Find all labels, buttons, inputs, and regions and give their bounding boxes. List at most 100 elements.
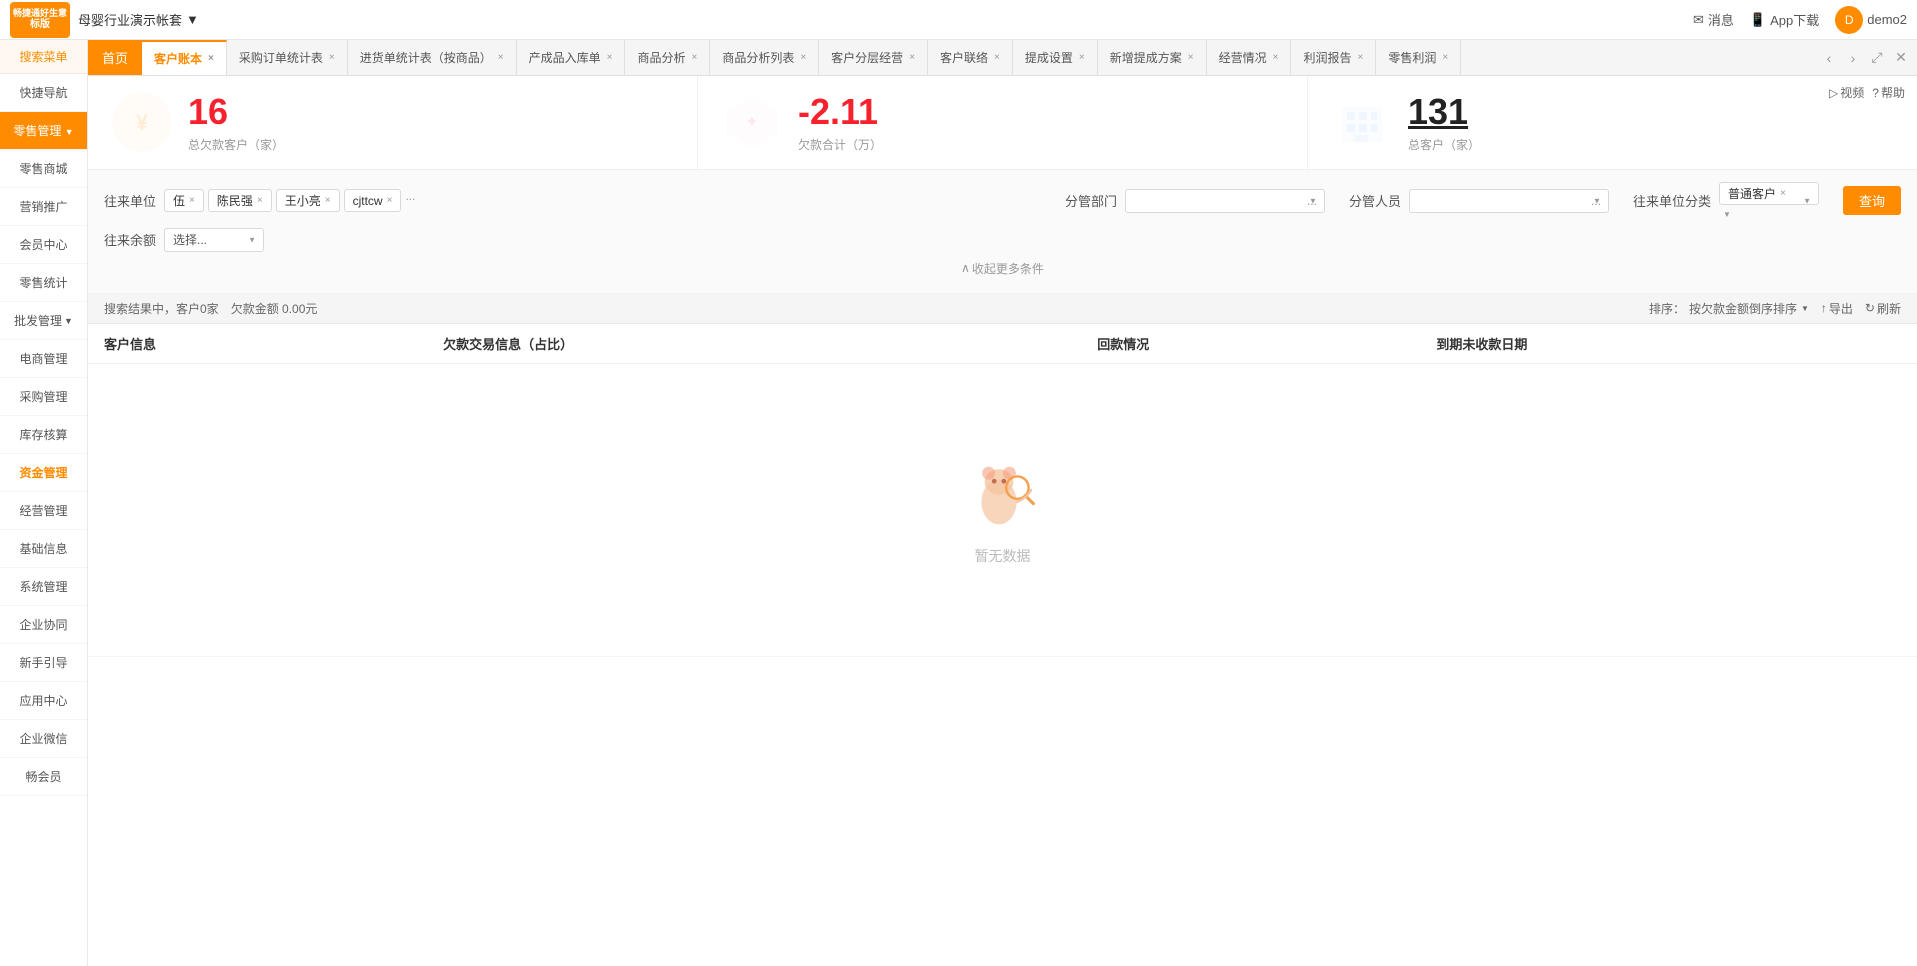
export-btn[interactable]: ↑ 导出	[1821, 300, 1853, 317]
sidebar-item-wholesale[interactable]: 批发管理 ▼	[0, 302, 87, 340]
user-menu[interactable]: D demo2	[1835, 6, 1907, 34]
tab-close-7[interactable]: ×	[994, 52, 1000, 63]
remove-wang-tag[interactable]: ×	[325, 195, 331, 206]
tab-close-8[interactable]: ×	[1079, 52, 1085, 63]
sidebar-search[interactable]: 搜索菜单	[0, 40, 87, 74]
remove-cj-tag[interactable]: ×	[387, 195, 393, 206]
person-input[interactable]	[1409, 189, 1609, 213]
tab-profit-report[interactable]: 利润报告 ×	[1291, 40, 1376, 76]
sidebar-item-enterprise-collab[interactable]: 企业协同	[0, 606, 87, 644]
tab-finished-goods[interactable]: 产成品入库单 ×	[517, 40, 626, 76]
table-header-row: 客户信息 欠款交易信息（占比） 回款情况 到期未收款日期	[88, 324, 1917, 364]
tab-retail-profit[interactable]: 零售利润 ×	[1376, 40, 1461, 76]
tab-expand[interactable]: ⤢	[1867, 48, 1887, 68]
stat-card-total-customers: 131 总客户（家） ▷ 视频 ? 帮助	[1308, 76, 1917, 169]
tab-home[interactable]: 首页	[88, 40, 142, 76]
table-header: 客户信息 欠款交易信息（占比） 回款情况 到期未收款日期	[88, 324, 1917, 364]
top-bar-right: ✉ 消息 📱 App下载 D demo2	[1693, 6, 1907, 34]
tab-close-6[interactable]: ×	[909, 52, 915, 63]
tab-purchase-order-stats[interactable]: 采购订单统计表 ×	[227, 40, 348, 76]
top-bar-left: 畅捷通好生意 标版 母婴行业演示帐套 ▼	[10, 2, 199, 38]
remove-chen-tag[interactable]: ×	[257, 195, 263, 206]
tab-product-analysis[interactable]: 商品分析 ×	[625, 40, 710, 76]
query-button[interactable]: 查询	[1843, 186, 1901, 215]
tab-product-analysis-list[interactable]: 商品分析列表 ×	[710, 40, 819, 76]
category-tag: 普通客户 ×	[1719, 182, 1819, 205]
results-bar-right: 排序： 按欠款金额倒序排序 ▼ ↑ 导出 ↻ 刷新	[1649, 300, 1901, 317]
tab-close-0[interactable]: ×	[208, 53, 214, 64]
sort-value: 按欠款金额倒序排序	[1689, 300, 1797, 317]
tab-purchase-stats-product[interactable]: 进货单统计表（按商品） ×	[348, 40, 517, 76]
sidebar-item-inventory[interactable]: 库存核算	[0, 416, 87, 454]
company-more-btn[interactable]: ...	[405, 189, 415, 212]
sidebar-item-purchase[interactable]: 采购管理	[0, 378, 87, 416]
tab-scroll-left[interactable]: ‹	[1819, 48, 1839, 68]
stat-info-debtors: 16 总欠款客户（家）	[188, 92, 673, 153]
sidebar-item-basic-info[interactable]: 基础信息	[0, 530, 87, 568]
stat-value-customers: 131	[1408, 92, 1893, 132]
tab-customer-tier[interactable]: 客户分层经营 ×	[819, 40, 928, 76]
sidebar-item-marketing[interactable]: 营销推广	[0, 188, 87, 226]
dept-input[interactable]	[1125, 189, 1325, 213]
sidebar-item-operations[interactable]: 经营管理	[0, 492, 87, 530]
category-arrow: ▼	[1723, 210, 1731, 219]
sidebar: 搜索菜单 快捷导航 零售管理 ▼ 零售商城 营销推广 会员中心 零售统计 批发管…	[0, 40, 88, 966]
remove-category-tag[interactable]: ×	[1780, 188, 1786, 199]
sidebar-item-newbie-guide[interactable]: 新手引导	[0, 644, 87, 682]
tab-close-1[interactable]: ×	[329, 52, 335, 63]
stat-card-actions: ▷ 视频 ? 帮助	[1829, 84, 1905, 101]
person-more-btn[interactable]: ...	[1591, 194, 1601, 208]
sidebar-item-retail-mall[interactable]: 零售商城	[0, 150, 87, 188]
tab-business-situation[interactable]: 经营情况 ×	[1207, 40, 1292, 76]
tab-close-all[interactable]: ✕	[1891, 48, 1911, 68]
help-btn[interactable]: ? 帮助	[1872, 84, 1905, 101]
category-select-wrap: 普通客户 × ▼	[1719, 182, 1819, 220]
tab-close-2[interactable]: ×	[498, 52, 504, 63]
message-btn[interactable]: ✉ 消息	[1693, 10, 1734, 29]
tab-close-9[interactable]: ×	[1188, 52, 1194, 63]
sidebar-item-retail-management[interactable]: 零售管理 ▼	[0, 112, 87, 150]
sidebar-item-system[interactable]: 系统管理	[0, 568, 87, 606]
sidebar-item-retail-stats[interactable]: 零售统计	[0, 264, 87, 302]
building-icon	[1332, 92, 1392, 152]
balance-select[interactable]: 选择...	[164, 228, 264, 252]
sidebar-item-finance[interactable]: 资金管理	[0, 454, 87, 492]
remove-wu-tag[interactable]: ×	[189, 195, 195, 206]
app-download-btn[interactable]: 📱 App下载	[1750, 10, 1819, 29]
table-body: 暂无数据	[88, 363, 1917, 656]
sidebar-item-ecommerce[interactable]: 电商管理	[0, 340, 87, 378]
search-result-text: 搜索结果中，客户0家	[104, 300, 219, 317]
stat-value-debt: -2.11	[798, 92, 1283, 132]
tab-close-10[interactable]: ×	[1273, 52, 1279, 63]
empty-state-row: 暂无数据	[88, 363, 1917, 656]
collapse-row: ∧ 收起更多条件	[104, 260, 1901, 277]
refresh-btn[interactable]: ↻ 刷新	[1865, 300, 1901, 317]
sidebar-item-member[interactable]: 畅会员	[0, 758, 87, 796]
stat-info-customers: 131 总客户（家）	[1408, 92, 1893, 153]
sidebar-item-quick-nav[interactable]: 快捷导航	[0, 74, 87, 112]
dept-more-btn[interactable]: ...	[1307, 194, 1317, 208]
tab-scroll-right[interactable]: ›	[1843, 48, 1863, 68]
tab-customer-ledger[interactable]: 客户账本 ×	[142, 40, 227, 76]
tab-commission-settings[interactable]: 提成设置 ×	[1013, 40, 1098, 76]
sidebar-item-enterprise-wechat[interactable]: 企业微信	[0, 720, 87, 758]
tab-new-commission-plan[interactable]: 新增提成方案 ×	[1098, 40, 1207, 76]
tab-close-3[interactable]: ×	[607, 52, 613, 63]
tab-close-12[interactable]: ×	[1442, 52, 1448, 63]
workspace-selector[interactable]: 母婴行业演示帐套 ▼	[78, 10, 199, 29]
tab-controls: ‹ › ⤢ ✕	[1813, 48, 1917, 68]
collapse-btn[interactable]: ∧ 收起更多条件	[961, 260, 1044, 277]
sidebar-item-app-center[interactable]: 应用中心	[0, 682, 87, 720]
col-debt-info: 欠款交易信息（占比）	[427, 324, 1081, 364]
empty-state-cell: 暂无数据	[88, 363, 1917, 656]
brand-logo: 畅捷通好生意 标版	[10, 2, 70, 38]
top-bar: 畅捷通好生意 标版 母婴行业演示帐套 ▼ ✉ 消息 📱 App下载 D demo…	[0, 0, 1917, 40]
tab-close-11[interactable]: ×	[1357, 52, 1363, 63]
tab-close-4[interactable]: ×	[691, 52, 697, 63]
tab-close-5[interactable]: ×	[800, 52, 806, 63]
stat-card-debtor-customers: ¥ 16 总欠款客户（家）	[88, 76, 698, 169]
sidebar-item-member-center[interactable]: 会员中心	[0, 226, 87, 264]
tab-customer-contact[interactable]: 客户联络 ×	[928, 40, 1013, 76]
video-btn[interactable]: ▷ 视频	[1829, 84, 1864, 101]
avatar: D	[1835, 6, 1863, 34]
